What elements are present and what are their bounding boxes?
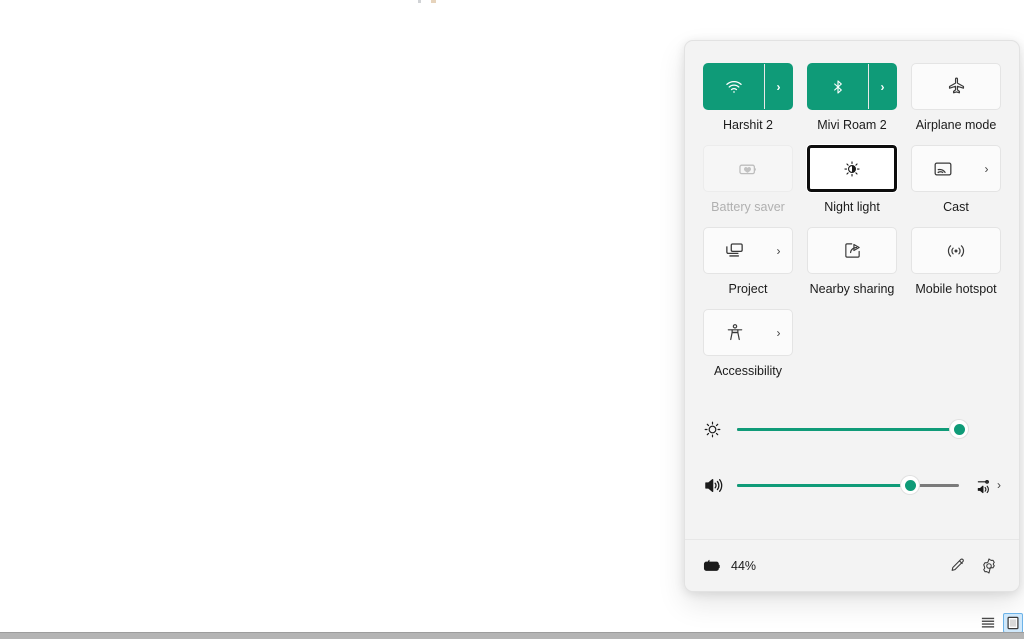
battery-charging-icon: [703, 559, 720, 571]
tile-wrap-project: › Project: [703, 227, 793, 297]
tile-wrap-wifi: › Harshit 2: [703, 63, 793, 133]
tile-bluetooth-label: Mivi Roam 2: [817, 118, 887, 132]
tile-accessibility-toggle[interactable]: [704, 310, 765, 355]
tile-project-chevron[interactable]: ›: [765, 228, 792, 273]
tile-night-light-toggle[interactable]: [810, 148, 894, 189]
brightness-slider-thumb[interactable]: [950, 420, 968, 438]
window-view-button[interactable]: [1003, 613, 1023, 633]
clipped-glyph-b: [431, 0, 436, 3]
wifi-icon: [726, 80, 742, 93]
tile-wifi-label: Harshit 2: [722, 118, 774, 132]
audio-output-picker-icon: [977, 479, 989, 493]
tile-wrap-bluetooth: › Mivi Roam 2: [807, 63, 897, 133]
tile-battery-saver-label: Battery saver: [711, 200, 785, 214]
tile-accessibility-chevron[interactable]: ›: [765, 310, 792, 355]
quick-settings-panel: › Harshit 2 › Mivi Roam 2 Airplane mode …: [684, 40, 1020, 592]
list-view-button[interactable]: [978, 613, 998, 633]
window-bottom-edge: [0, 632, 1024, 644]
tile-wrap-mobile-hotspot: Mobile hotspot: [911, 227, 1001, 297]
battery-percent-label: 44%: [731, 558, 757, 573]
settings-button[interactable]: [973, 550, 1005, 582]
project-icon: [726, 243, 743, 257]
volume-slider-thumb[interactable]: [901, 476, 920, 494]
volume-icon-wrap: [703, 476, 737, 495]
tile-nearby-sharing[interactable]: [807, 227, 897, 274]
tile-wifi[interactable]: ›: [703, 63, 793, 110]
brightness-slider[interactable]: [737, 420, 968, 438]
quick-settings-footer: 44%: [685, 539, 1019, 591]
audio-output-picker-chevron[interactable]: ›: [997, 478, 1001, 492]
battery-status: 44%: [701, 558, 756, 574]
tile-airplane-mode-label: Airplane mode: [915, 118, 997, 132]
tile-project-label: Project: [728, 282, 768, 296]
tile-nearby-sharing-toggle[interactable]: [808, 228, 896, 273]
clipped-top-content: [418, 0, 436, 3]
tile-night-light[interactable]: [806, 144, 898, 193]
list-view-icon: [981, 617, 995, 628]
tile-mobile-hotspot[interactable]: [911, 227, 1001, 274]
clipped-glyph-a: [418, 0, 422, 3]
tile-wifi-toggle[interactable]: [704, 64, 765, 109]
tile-accessibility-label: Accessibility: [713, 364, 783, 378]
tile-wifi-chevron[interactable]: ›: [765, 64, 792, 109]
volume-slider[interactable]: [737, 476, 959, 494]
mobile-hotspot-icon: [947, 244, 965, 257]
tile-mobile-hotspot-toggle[interactable]: [912, 228, 1000, 273]
tile-bluetooth[interactable]: ›: [807, 63, 897, 110]
tile-cast[interactable]: ›: [911, 145, 1001, 192]
night-light-icon: [844, 160, 860, 177]
brightness-slider-fill: [737, 427, 959, 431]
accessibility-icon: [727, 324, 742, 341]
pencil-edit-icon: [951, 558, 964, 571]
tile-wrap-accessibility: › Accessibility: [703, 309, 793, 379]
audio-output-picker[interactable]: ›: [959, 476, 1001, 495]
volume-slider-row: ›: [703, 465, 1001, 505]
quick-settings-sliders: ›: [685, 379, 1019, 539]
tile-wrap-cast: › Cast: [911, 145, 1001, 215]
nearby-sharing-icon: [844, 243, 860, 258]
brightness-icon: [704, 421, 721, 437]
bluetooth-icon: [834, 79, 842, 94]
cast-icon: [934, 161, 951, 176]
brightness-icon-wrap: [703, 420, 737, 439]
tile-wrap-nearby-sharing: Nearby sharing: [807, 227, 897, 297]
brightness-slider-row: [703, 409, 1001, 449]
tile-nearby-sharing-label: Nearby sharing: [809, 282, 895, 296]
tile-night-light-label: Night light: [824, 200, 880, 214]
tile-airplane-mode[interactable]: [911, 63, 1001, 110]
tile-project[interactable]: ›: [703, 227, 793, 274]
tile-bluetooth-chevron[interactable]: ›: [869, 64, 896, 109]
tile-accessibility[interactable]: ›: [703, 309, 793, 356]
tile-mobile-hotspot-label: Mobile hotspot: [915, 282, 997, 296]
gear-settings-icon: [983, 557, 995, 574]
tile-wrap-airplane: Airplane mode: [911, 63, 1001, 133]
airplane-icon: [948, 77, 964, 94]
tile-cast-chevron[interactable]: ›: [973, 146, 1000, 191]
tile-bluetooth-toggle[interactable]: [808, 64, 869, 109]
battery-saver-icon: [739, 164, 756, 174]
tile-project-toggle[interactable]: [704, 228, 765, 273]
tile-wrap-night-light: Night light: [806, 144, 898, 215]
tile-wrap-battery-saver: Battery saver: [703, 145, 793, 215]
quick-settings-tile-grid: › Harshit 2 › Mivi Roam 2 Airplane mode …: [685, 41, 1019, 379]
tile-airplane-mode-toggle[interactable]: [912, 64, 1000, 109]
tile-cast-toggle[interactable]: [912, 146, 973, 191]
tile-battery-saver-toggle: [704, 146, 792, 191]
volume-icon: [705, 478, 723, 492]
volume-slider-fill: [737, 483, 911, 487]
taskbar-view-switcher: [978, 613, 1023, 633]
edit-quick-settings-button[interactable]: [941, 550, 973, 582]
window-view-icon: [1007, 616, 1019, 630]
tile-battery-saver: [703, 145, 793, 192]
tile-cast-label: Cast: [943, 200, 969, 214]
